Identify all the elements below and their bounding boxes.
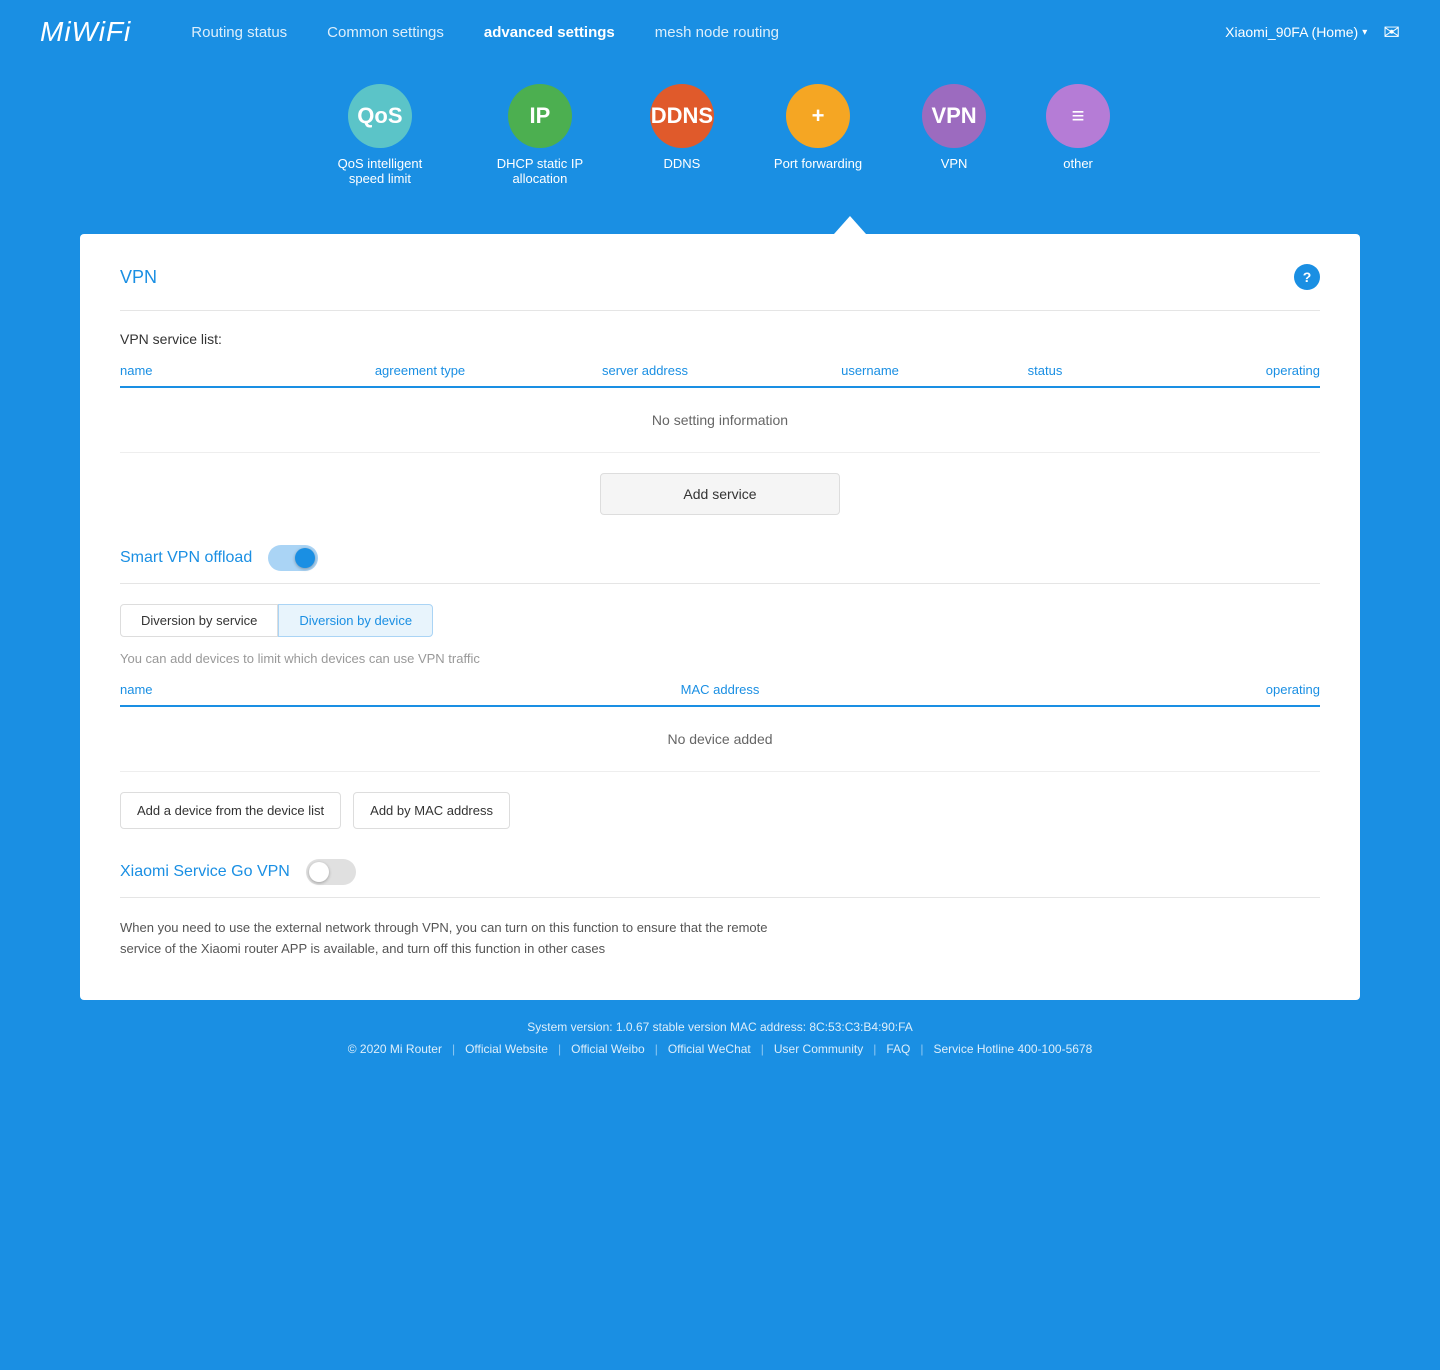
- icon-item-vpn[interactable]: VPN VPN: [922, 84, 986, 186]
- tab-diversion-device[interactable]: Diversion by device: [278, 604, 433, 637]
- xiaomi-vpn-header: Xiaomi Service Go VPN: [120, 859, 1320, 898]
- add-device-list-button[interactable]: Add a device from the device list: [120, 792, 341, 829]
- device-col-mac: MAC address: [463, 682, 977, 697]
- nav-routing-status[interactable]: Routing status: [191, 24, 287, 41]
- device-col-name: name: [120, 682, 463, 697]
- footer-sep-4: |: [873, 1042, 876, 1056]
- device-col-operating: operating: [977, 682, 1320, 697]
- col-header-name: name: [120, 363, 320, 378]
- main-nav: Routing status Common settings advanced …: [191, 24, 1225, 41]
- col-header-username: username: [770, 363, 970, 378]
- footer: System version: 1.0.67 stable version MA…: [0, 1000, 1440, 1076]
- vpn-divider: [120, 310, 1320, 311]
- xiaomi-vpn-section: Xiaomi Service Go VPN When you need to u…: [120, 859, 1320, 960]
- vpn-label: VPN: [941, 156, 968, 171]
- footer-hotline[interactable]: Service Hotline 400-100-5678: [934, 1042, 1093, 1056]
- ddns-icon-text: DDNS: [651, 103, 713, 129]
- qos-icon-text: QoS: [357, 103, 402, 129]
- vpn-section: VPN ? VPN service list: name agreement t…: [120, 264, 1320, 515]
- ip-icon-text: IP: [530, 103, 551, 129]
- tab-diversion-service[interactable]: Diversion by service: [120, 604, 278, 637]
- footer-sep-1: |: [558, 1042, 561, 1056]
- other-icon: ≡: [1046, 84, 1110, 148]
- icon-item-other[interactable]: ≡ other: [1046, 84, 1110, 186]
- main-content: VPN ? VPN service list: name agreement t…: [80, 234, 1360, 1000]
- device-table-header: name MAC address operating: [120, 682, 1320, 707]
- xiaomi-vpn-description: When you need to use the external networ…: [120, 918, 800, 960]
- vpn-help-icon[interactable]: ?: [1294, 264, 1320, 290]
- add-service-button[interactable]: Add service: [600, 473, 840, 515]
- footer-official-weibo[interactable]: Official Weibo: [571, 1042, 645, 1056]
- smart-vpn-section: Smart VPN offload Diversion by service D…: [120, 545, 1320, 829]
- smart-vpn-header: Smart VPN offload: [120, 545, 1320, 584]
- vpn-empty-message: No setting information: [120, 388, 1320, 453]
- diversion-hint: You can add devices to limit which devic…: [120, 651, 1320, 666]
- portfwd-icon: +: [786, 84, 850, 148]
- nav-right: Xiaomi_90FA (Home) ▾ ✉: [1225, 20, 1400, 45]
- diversion-tabs: Diversion by service Diversion by device: [120, 604, 1320, 637]
- ddns-icon: DDNS: [650, 84, 714, 148]
- footer-copyright: © 2020 Mi Router: [348, 1042, 442, 1056]
- pointer-container: [0, 216, 1440, 234]
- vpn-table-header: name agreement type server address usern…: [120, 363, 1320, 388]
- header: MiWiFi Routing status Common settings ad…: [0, 0, 1440, 64]
- icon-item-ddns[interactable]: DDNS DDNS: [650, 84, 714, 186]
- nav-mesh-routing[interactable]: mesh node routing: [655, 24, 779, 41]
- icons-row: QoS QoS intelligent speed limit IP DHCP …: [0, 64, 1440, 216]
- col-header-operating: operating: [1120, 363, 1320, 378]
- nav-common-settings[interactable]: Common settings: [327, 24, 444, 41]
- smart-vpn-toggle-thumb: [295, 548, 315, 568]
- smart-vpn-toggle[interactable]: [268, 545, 318, 571]
- qos-icon: QoS: [348, 84, 412, 148]
- icon-item-portfwd[interactable]: + Port forwarding: [774, 84, 862, 186]
- other-icon-text: ≡: [1072, 103, 1085, 129]
- icon-item-qos[interactable]: QoS QoS intelligent speed limit: [330, 84, 430, 186]
- add-mac-button[interactable]: Add by MAC address: [353, 792, 510, 829]
- footer-user-community[interactable]: User Community: [774, 1042, 863, 1056]
- footer-sep-0: |: [452, 1042, 455, 1056]
- logo: MiWiFi: [40, 16, 131, 48]
- smart-vpn-title: Smart VPN offload: [120, 549, 252, 567]
- col-header-server: server address: [520, 363, 770, 378]
- col-header-status: status: [970, 363, 1120, 378]
- footer-official-website[interactable]: Official Website: [465, 1042, 548, 1056]
- xiaomi-vpn-toggle-thumb: [309, 862, 329, 882]
- router-name[interactable]: Xiaomi_90FA (Home) ▾: [1225, 24, 1367, 40]
- triangle-pointer: [834, 216, 866, 234]
- portfwd-icon-text: +: [812, 103, 825, 129]
- ip-icon: IP: [508, 84, 572, 148]
- chevron-down-icon: ▾: [1362, 27, 1367, 38]
- vpn-title-text: VPN: [120, 267, 157, 288]
- ip-label: DHCP static IP allocation: [490, 156, 590, 186]
- footer-sep-5: |: [920, 1042, 923, 1056]
- mail-icon[interactable]: ✉: [1383, 20, 1400, 45]
- vpn-section-title: VPN ?: [120, 264, 1320, 290]
- vpn-service-list-label: VPN service list:: [120, 331, 1320, 347]
- footer-official-wechat[interactable]: Official WeChat: [668, 1042, 751, 1056]
- footer-sep-3: |: [761, 1042, 764, 1056]
- portfwd-label: Port forwarding: [774, 156, 862, 171]
- footer-faq[interactable]: FAQ: [886, 1042, 910, 1056]
- xiaomi-vpn-title: Xiaomi Service Go VPN: [120, 863, 290, 881]
- vpn-icon-text: VPN: [931, 103, 976, 129]
- icon-item-ip[interactable]: IP DHCP static IP allocation: [490, 84, 590, 186]
- nav-advanced-settings[interactable]: advanced settings: [484, 24, 615, 41]
- smart-vpn-toggle-track: [268, 545, 318, 571]
- footer-links: © 2020 Mi Router | Official Website | Of…: [40, 1042, 1400, 1056]
- footer-sep-2: |: [655, 1042, 658, 1056]
- xiaomi-vpn-toggle-track: [306, 859, 356, 885]
- other-label: other: [1063, 156, 1093, 171]
- device-empty-message: No device added: [120, 707, 1320, 772]
- qos-label: QoS intelligent speed limit: [330, 156, 430, 186]
- router-name-label: Xiaomi_90FA (Home): [1225, 24, 1358, 40]
- device-actions: Add a device from the device list Add by…: [120, 792, 1320, 829]
- footer-system-info: System version: 1.0.67 stable version MA…: [40, 1020, 1400, 1034]
- ddns-label: DDNS: [664, 156, 701, 171]
- col-header-agreement: agreement type: [320, 363, 520, 378]
- vpn-icon: VPN: [922, 84, 986, 148]
- xiaomi-vpn-toggle[interactable]: [306, 859, 356, 885]
